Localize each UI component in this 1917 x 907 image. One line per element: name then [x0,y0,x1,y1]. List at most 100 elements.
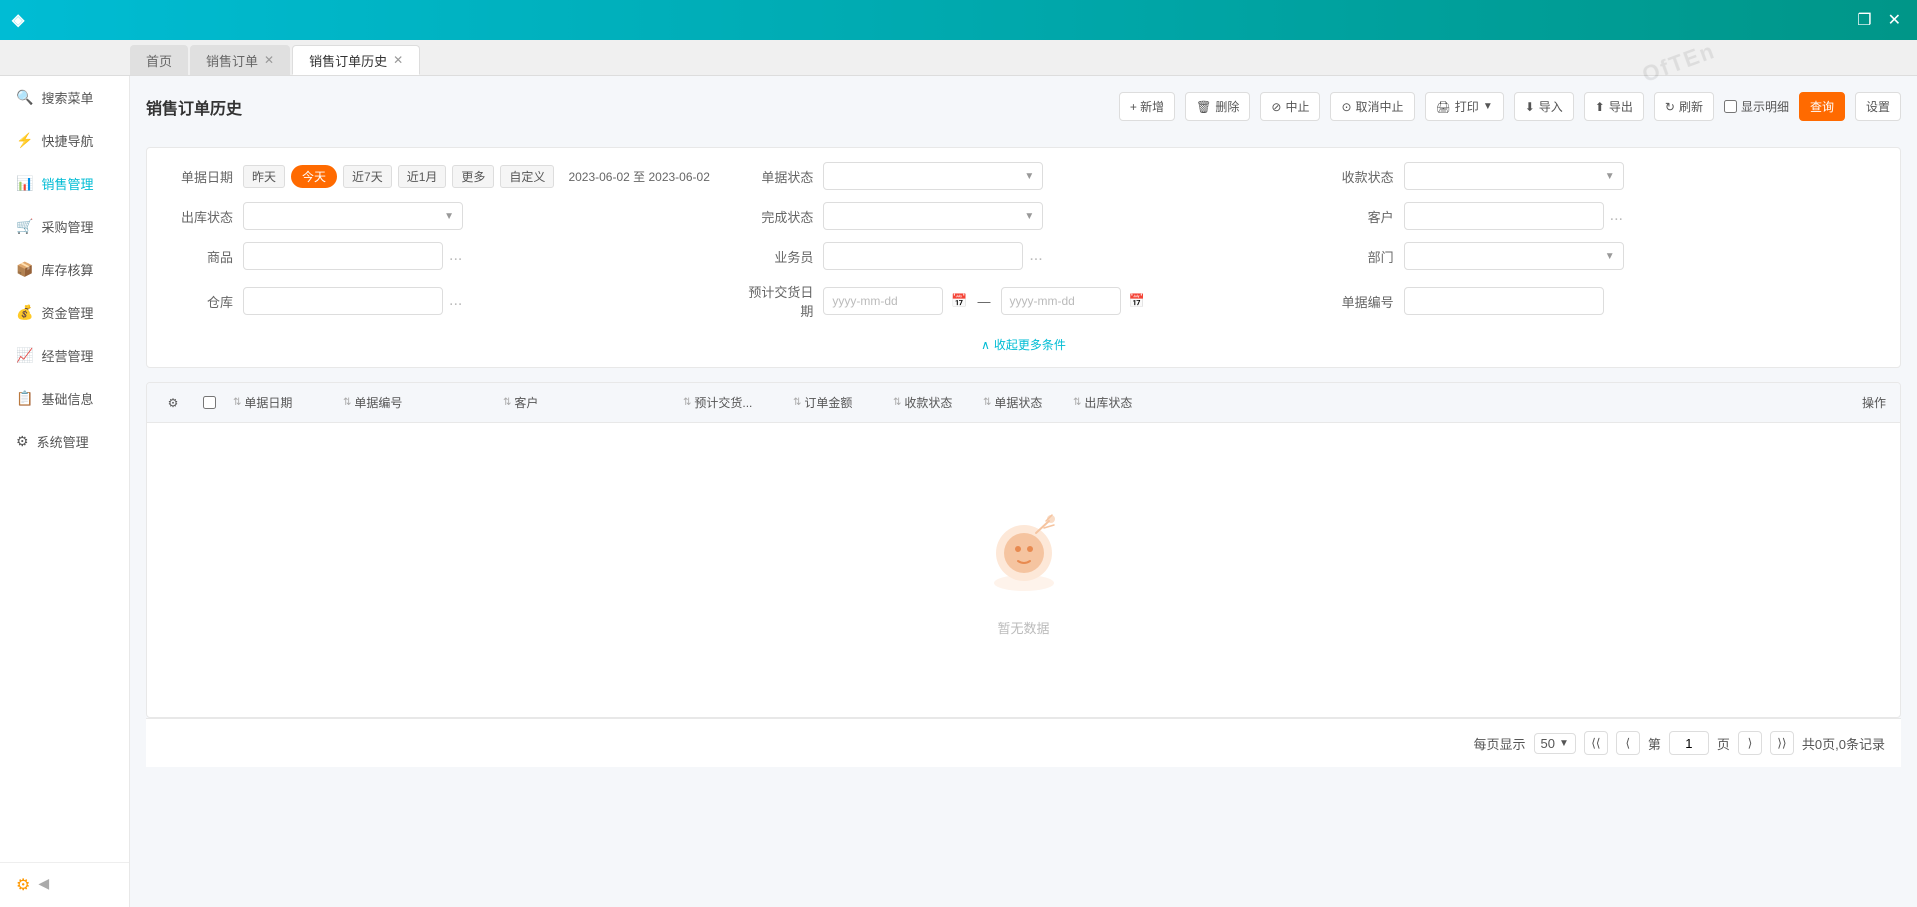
date-btn-custom[interactable]: 自定义 [500,165,554,188]
complete-status-select[interactable]: ▼ [823,202,1043,230]
th-delivery-sort: ⇅ [683,397,691,408]
page-next-btn[interactable]: ⟩ [1738,731,1762,755]
th-settings[interactable]: ⚙ [155,388,191,418]
date-btn-yesterday[interactable]: 昨天 [243,165,285,188]
page-title: 销售订单历史 [146,95,242,119]
app-logo: ◈ [12,10,24,30]
sidebar-item-search[interactable]: 🔍 搜索菜单 [0,76,129,119]
delivery-date-start-cal[interactable]: 📅 [951,293,967,309]
salesperson-dots[interactable]: ... [1029,247,1042,265]
purchase-icon: 🛒 [16,218,33,235]
restore-icon[interactable]: ❐ [1853,6,1875,34]
collapse-button[interactable]: ∧ 收起更多条件 [981,336,1066,353]
select-all-checkbox[interactable] [203,396,216,409]
pay-status-select[interactable]: ▼ [1404,162,1624,190]
product-dots[interactable]: ... [449,247,462,265]
th-order-status-label: 单据状态 [994,394,1042,411]
th-out-status-sort: ⇅ [1073,397,1081,408]
delivery-date-control: yyyy-mm-dd 📅 — yyyy-mm-dd 📅 [823,287,1303,315]
sidebar-item-purchase[interactable]: 🛒 采购管理 [0,205,129,248]
sidebar-item-basic[interactable]: 📋 基础信息 [0,377,129,420]
pay-status-control: ▼ [1404,162,1884,190]
date-btn-7days[interactable]: 近7天 [343,165,392,188]
delivery-date-start[interactable]: yyyy-mm-dd [823,287,943,315]
th-amount[interactable]: ⇅ 订单金额 [787,386,887,419]
date-btn-today[interactable]: 今天 [291,165,337,188]
page-first-btn[interactable]: ⟨⟨ [1584,731,1608,755]
tab-sales-history[interactable]: 销售订单历史 ✕ [292,45,420,75]
dept-select[interactable]: ▼ [1404,242,1624,270]
th-customer[interactable]: ⇅ 客户 [497,386,677,419]
stop-button[interactable]: ⊘ 中止 [1260,92,1320,121]
settings-button-label: 设置 [1866,98,1890,115]
query-button[interactable]: 查询 [1799,92,1845,121]
th-amount-label: 订单金额 [804,394,852,411]
import-button-label: 导入 [1539,98,1563,115]
th-delivery[interactable]: ⇅ 预计交货... [677,386,787,419]
page-prev-btn[interactable]: ⟨ [1616,731,1640,755]
warehouse-dots[interactable]: ... [449,292,462,310]
sidebar-item-quick-nav[interactable]: ⚡ 快捷导航 [0,119,129,162]
finance-icon: 💰 [16,304,33,321]
order-num-input[interactable] [1404,287,1604,315]
tab-home[interactable]: 首页 [130,45,188,75]
th-date-sort: ⇅ [233,397,241,408]
import-button[interactable]: ⬇ 导入 [1514,92,1574,121]
out-status-select[interactable]: ▼ [243,202,463,230]
collapse-label: 收起更多条件 [994,336,1066,353]
dept-arrow: ▼ [1605,251,1615,262]
th-delivery-label: 预计交货... [694,394,752,411]
th-checkbox[interactable] [191,388,227,417]
salesperson-input[interactable] [823,242,1023,270]
date-btn-1month[interactable]: 近1月 [398,165,447,188]
settings-button[interactable]: 设置 [1855,92,1901,121]
sidebar-item-operation[interactable]: 📈 经营管理 [0,334,129,377]
complete-status-arrow: ▼ [1024,211,1034,222]
delete-button[interactable]: 🗑 删除 [1185,92,1250,121]
customer-dots[interactable]: ... [1610,207,1623,225]
th-date[interactable]: ⇅ 单据日期 [227,386,337,419]
page-number-input[interactable] [1669,731,1709,755]
th-pay-status-sort: ⇅ [893,397,901,408]
sidebar-item-finance[interactable]: 💰 资金管理 [0,291,129,334]
th-num[interactable]: ⇅ 单据编号 [337,386,497,419]
warehouse-input[interactable] [243,287,443,315]
close-icon[interactable]: ✕ [1884,6,1905,34]
page-size-select[interactable]: 50 ▼ [1534,733,1576,754]
display-cols-label: 显示明细 [1741,98,1789,115]
main-layout: 🔍 搜索菜单 ⚡ 快捷导航 📊 销售管理 🛒 采购管理 📦 库存核算 💰 资金管… [0,76,1917,907]
filter-panel: 单据日期 昨天 今天 近7天 近1月 更多 自定义 2023-06-02 至 2… [146,147,1901,368]
customer-input[interactable] [1404,202,1604,230]
export-button[interactable]: ⬆ 导出 [1584,92,1644,121]
sidebar-item-sales[interactable]: 📊 销售管理 [0,162,129,205]
display-cols-checkbox[interactable] [1724,100,1737,113]
tab-sales-order[interactable]: 销售订单 ✕ [190,45,290,75]
warehouse-control: ... [243,287,723,315]
out-status-label: 出库状态 [163,207,243,226]
th-order-status[interactable]: ⇅ 单据状态 [977,386,1067,419]
page-last-btn[interactable]: ⟩⟩ [1770,731,1794,755]
display-cols-control[interactable]: 显示明细 [1724,98,1789,115]
product-input[interactable] [243,242,443,270]
cancel-stop-button[interactable]: ⊙ 取消中止 [1330,92,1414,121]
sidebar-item-system[interactable]: ⚙ 系统管理 [0,420,129,463]
order-status-select[interactable]: ▼ [823,162,1043,190]
sidebar-item-operation-label: 经营管理 [41,346,93,365]
th-pay-status[interactable]: ⇅ 收款状态 [887,386,977,419]
sidebar-item-inventory[interactable]: 📦 库存核算 [0,248,129,291]
new-button[interactable]: + 新增 [1119,92,1175,121]
out-status-control: ▼ [243,202,723,230]
sidebar-item-search-label: 搜索菜单 [41,88,93,107]
delivery-date-end-cal[interactable]: 📅 [1129,293,1145,309]
print-button[interactable]: 🖨 打印 ▼ [1425,92,1504,121]
delivery-date-end[interactable]: yyyy-mm-dd [1001,287,1121,315]
refresh-button[interactable]: ↻ 刷新 [1654,92,1714,121]
complete-status-label: 完成状态 [743,207,823,226]
th-out-status[interactable]: ⇅ 出库状态 [1067,386,1157,419]
date-btn-more[interactable]: 更多 [452,165,494,188]
settings-bottom-icon[interactable]: ⚙ [16,875,30,895]
tab-sales-order-close[interactable]: ✕ [264,53,274,67]
tab-sales-history-close[interactable]: ✕ [393,53,403,67]
export-button-label: 导出 [1609,98,1633,115]
collapse-sidebar-icon[interactable]: ◀ [38,875,49,895]
